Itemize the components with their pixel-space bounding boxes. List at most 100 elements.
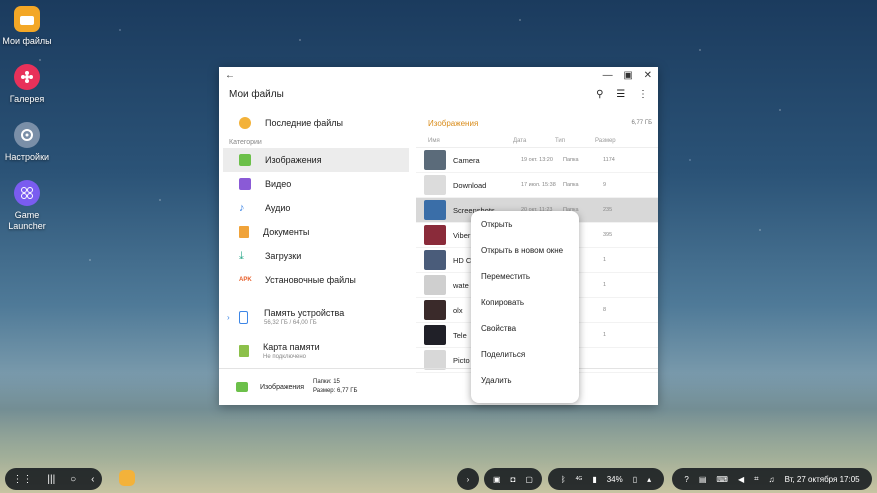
folder-thumbnail (424, 225, 446, 245)
quick-tools-group: ▣ ◘ ▢ (484, 468, 542, 490)
file-type: Папка (563, 157, 579, 163)
sound-icon[interactable]: ♫ (769, 475, 775, 484)
gallery-icon[interactable]: ▣ (493, 475, 501, 484)
sd-card-icon (239, 345, 249, 357)
desktop-icon-gallery[interactable]: Галерея (0, 64, 57, 105)
more-options-icon[interactable]: ⋮ (638, 89, 648, 100)
sidebar-item-recent[interactable]: Последние файлы (219, 111, 415, 135)
category-header: Категории (229, 139, 262, 146)
maximize-icon[interactable]: ▣ (623, 70, 632, 81)
notification-icon[interactable]: ▤ (699, 475, 707, 484)
column-headers: Имя Дата Тип Размер (416, 135, 658, 148)
battery-icon: ▯ (632, 474, 638, 484)
network-type: 4G (575, 476, 583, 482)
table-row[interactable]: Download 17 июл. 15:38 Папка 9 (416, 173, 658, 198)
back-icon[interactable]: ‹ (91, 474, 94, 485)
help-icon[interactable]: ? (684, 475, 688, 484)
folder-icon (14, 6, 40, 32)
breadcrumb[interactable]: Изображения (428, 119, 478, 128)
column-size[interactable]: Размер (595, 138, 635, 144)
sidebar-item-downloads[interactable]: ⤓ Загрузки (219, 244, 415, 268)
music-note-icon: ♪ (239, 202, 245, 214)
desktop-icon-my-files[interactable]: Мои файлы (0, 6, 57, 47)
folder-thumbnail (424, 325, 446, 345)
menu-item-delete[interactable]: Удалить (471, 367, 579, 393)
search-icon[interactable]: ⚲ (596, 89, 603, 100)
sidebar-item-video[interactable]: Видео (219, 172, 415, 196)
folder-thumbnail (424, 150, 446, 170)
desktop-icon-label: Настройки (4, 152, 50, 162)
column-name[interactable]: Имя (416, 138, 513, 144)
sidebar-item-images[interactable]: Изображения (223, 148, 409, 172)
column-type[interactable]: Тип (555, 138, 595, 144)
chevron-right-icon[interactable]: › (467, 475, 470, 484)
status-label: Изображения (260, 383, 304, 391)
sidebar-item-device-storage[interactable]: › Память устройства 56,32 ГБ / 64,00 ГБ (219, 300, 415, 334)
folders-count: Папки: 15 (313, 379, 340, 385)
menu-item-open[interactable]: Открыть (471, 211, 579, 237)
sidebar-item-label: Изображения (265, 155, 322, 165)
status-bar: Изображения Папки: 15 Размер: 6,77 ГБ (219, 368, 658, 405)
recents-icon[interactable]: ||| (47, 474, 55, 485)
app-header: Мои файлы ⚲ ☰ ⋮ (219, 83, 658, 105)
desktop-icon-game-launcher[interactable]: Game Launcher (0, 180, 57, 232)
gear-icon (14, 122, 40, 148)
menu-item-copy[interactable]: Копировать (471, 289, 579, 315)
taskbar-expand[interactable]: › (457, 468, 479, 490)
volume-icon[interactable]: ◀ (738, 475, 744, 484)
file-size: 235 (603, 207, 613, 213)
image-icon (236, 382, 248, 392)
video-icon (239, 178, 251, 190)
sidebar-item-label: Установочные файлы (265, 275, 356, 285)
menu-item-open-new-window[interactable]: Открыть в новом окне (471, 237, 579, 263)
battery-percent: 34% (606, 474, 623, 484)
minimize-icon[interactable]: — (603, 70, 613, 81)
folder-thumbnail (424, 175, 446, 195)
home-icon[interactable]: ○ (70, 474, 76, 485)
window-titlebar: ← — ▣ ✕ (219, 67, 658, 83)
my-files-window: ← — ▣ ✕ Мои файлы ⚲ ☰ ⋮ Последние файлы … (219, 67, 658, 405)
file-name: Camera (453, 155, 480, 165)
sidebar-item-label: Последние файлы (265, 118, 343, 128)
file-date: 17 июл. 15:38 (521, 182, 556, 188)
apps-grid-icon[interactable]: ⋮⋮ (12, 474, 32, 485)
sidebar-item-installers[interactable]: APK Установочные файлы (219, 268, 415, 292)
context-menu: Открыть Открыть в новом окне Переместить… (471, 211, 579, 403)
bluetooth-icon[interactable]: ᛒ (561, 475, 566, 484)
file-type: Папка (563, 182, 579, 188)
status-values: Папки: 15 Размер: 6,77 ГБ (313, 378, 358, 396)
signal-icon: ▮ (592, 474, 597, 484)
desktop-icon-label: Галерея (9, 94, 45, 104)
chevron-up-icon[interactable]: ▴ (647, 475, 651, 484)
list-view-icon[interactable]: ☰ (616, 89, 625, 100)
keyboard-icon[interactable]: ⌨ (716, 475, 728, 484)
page-title: Мои файлы (229, 88, 284, 100)
menu-item-share[interactable]: Поделиться (471, 341, 579, 367)
table-row[interactable]: Camera 19 окт. 13:20 Папка 1174 (416, 148, 658, 173)
screenshot-icon[interactable]: ⌗ (754, 474, 759, 484)
desktop-icon-settings[interactable]: Настройки (0, 122, 57, 163)
folder-thumbnail (424, 250, 446, 270)
sdcard-label: Карта памяти (263, 342, 320, 352)
total-size: 6,77 ГБ (631, 120, 652, 126)
sidebar-item-documents[interactable]: Документы (219, 220, 415, 244)
folder-thumbnail (424, 275, 446, 295)
chevron-right-icon[interactable]: › (227, 313, 239, 322)
menu-item-move[interactable]: Переместить (471, 263, 579, 289)
sidebar-item-sd-card[interactable]: Карта памяти Не подключено (219, 334, 415, 368)
system-tray: ᛒ 4G ▮ 34% ▯ ▴ (548, 468, 664, 490)
close-icon[interactable]: ✕ (644, 70, 652, 81)
sidebar: Последние файлы Категории Изображения Ви… (219, 111, 415, 365)
column-date[interactable]: Дата (513, 138, 555, 144)
clock-datetime[interactable]: Вт, 27 октября 17:05 (785, 475, 860, 484)
menu-item-properties[interactable]: Свойства (471, 315, 579, 341)
capture-icon[interactable]: ◘ (511, 475, 516, 484)
screen-icon[interactable]: ▢ (525, 475, 533, 484)
sidebar-item-audio[interactable]: ♪ Аудио (219, 196, 415, 220)
back-arrow-icon[interactable]: ← (225, 70, 235, 81)
file-size: 9 (603, 182, 607, 188)
clock-icon (239, 117, 251, 129)
dock-my-files-icon[interactable] (119, 470, 135, 486)
file-name: Download (453, 180, 487, 190)
phone-icon (239, 310, 248, 324)
